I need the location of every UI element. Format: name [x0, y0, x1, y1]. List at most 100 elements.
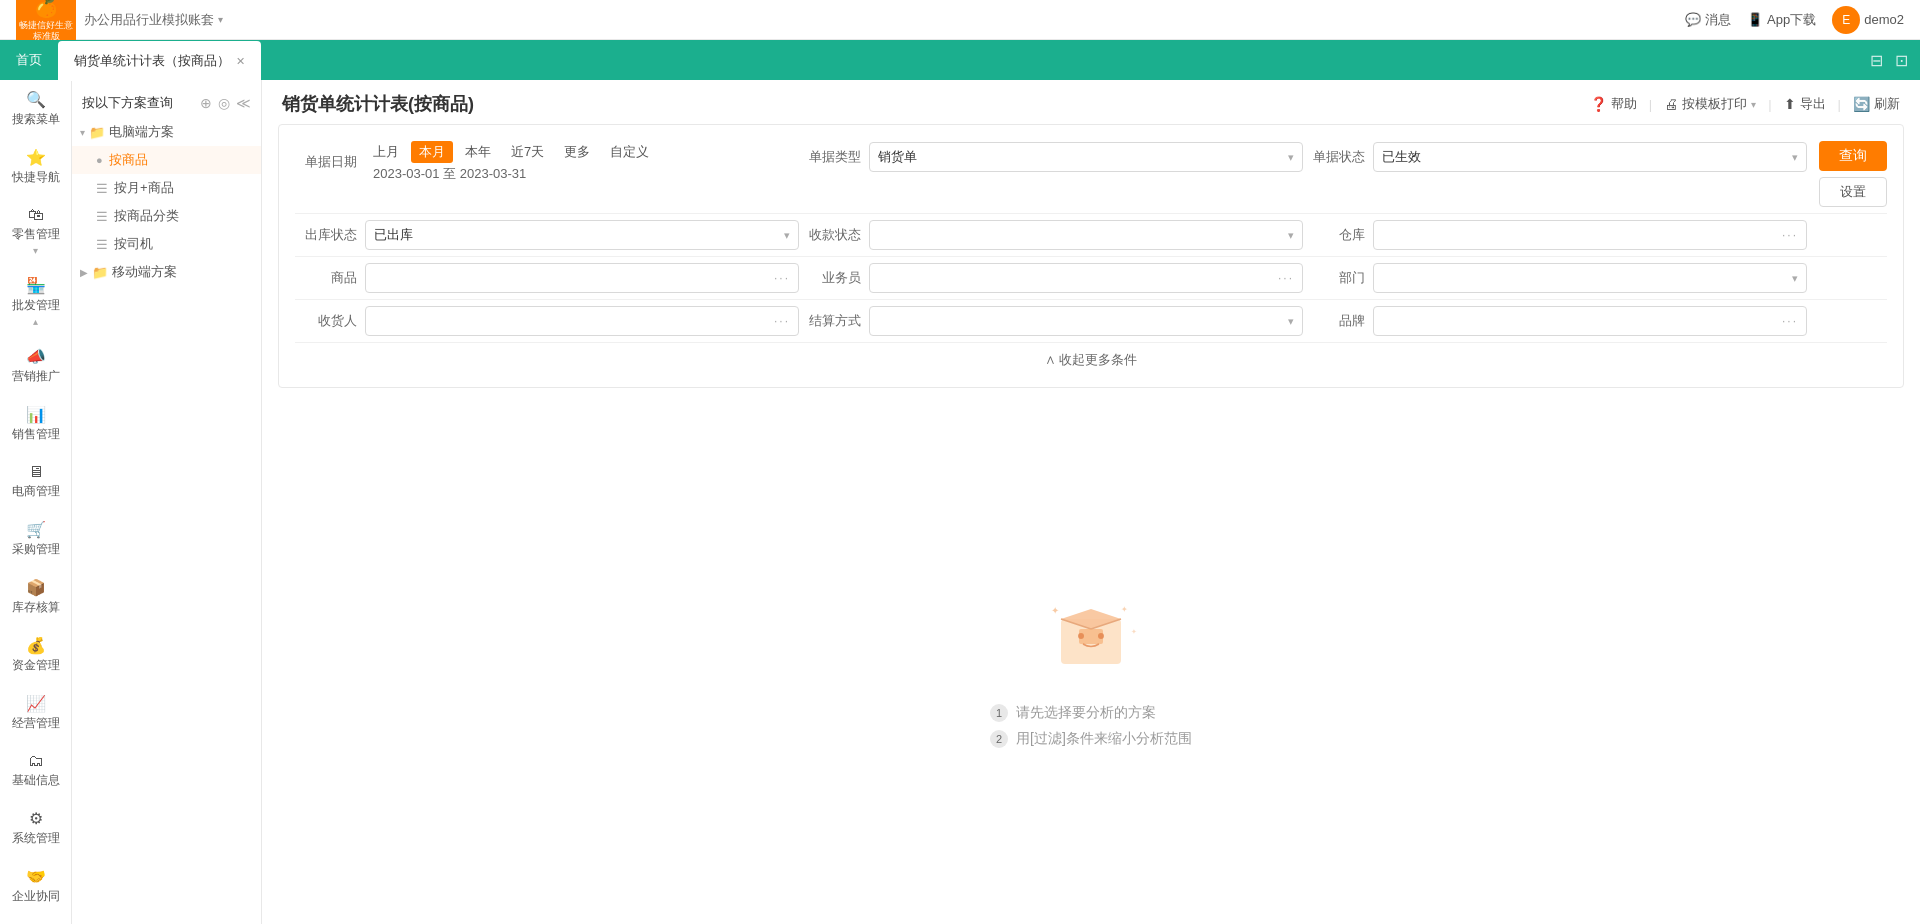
collapse-row[interactable]: ∧ 收起更多条件	[295, 342, 1887, 377]
scheme-group-pc-title[interactable]: ▾ 📁 电脑端方案	[72, 118, 261, 146]
message-icon: 💬	[1685, 12, 1701, 27]
date-opt-more[interactable]: 更多	[556, 141, 598, 163]
tab-close-icon[interactable]: ✕	[236, 55, 245, 68]
sidebar-item-finance[interactable]: 💰 资金管理	[0, 626, 71, 684]
goods-label: 商品	[295, 269, 365, 287]
scheme-collapse-icon[interactable]: ≪	[236, 95, 251, 111]
query-panel: 销货单统计计表(按商品) ❓ 帮助 | 🖨 按模板打印 ▾ | ⬆	[262, 80, 1920, 924]
sidebar-item-marketing[interactable]: 📣 营销推广	[0, 337, 71, 395]
receipt-select[interactable]: ▾	[869, 220, 1303, 250]
date-range: 2023-03-01 至 2023-03-31	[373, 165, 657, 183]
sidebar-item-collab[interactable]: 🤝 企业协同	[0, 857, 71, 915]
settings-button[interactable]: 设置	[1819, 177, 1887, 207]
svg-text:✦: ✦	[1121, 605, 1128, 614]
scheme-group-mobile: ▶ 📁 移动端方案	[72, 258, 261, 286]
warehouse-input[interactable]: ···	[1373, 220, 1807, 250]
tab-minimize-button[interactable]: ⊟	[1866, 47, 1887, 74]
staff-dots-icon: ···	[1278, 271, 1294, 285]
scheme-settings-icon[interactable]: ◎	[218, 95, 230, 111]
help-icon: ❓	[1590, 96, 1607, 112]
marketing-icon: 📣	[26, 347, 46, 366]
sidebar-label-finance: 资金管理	[12, 657, 60, 674]
goods-input[interactable]: ···	[365, 263, 799, 293]
staff-input[interactable]: ···	[869, 263, 1303, 293]
scheme-item-label-month: 按月+商品	[114, 179, 174, 197]
refresh-icon: 🔄	[1853, 96, 1870, 112]
scheme-item-icon-month: ☰	[96, 181, 108, 196]
brand-input[interactable]: ···	[1373, 306, 1807, 336]
type-select[interactable]: 销货单 ▾	[869, 142, 1303, 172]
user-avatar[interactable]: E demo2	[1832, 6, 1904, 34]
scheme-item-icon-drv: ☰	[96, 237, 108, 252]
date-options: 上月 本月 本年 近7天 更多 自定义	[365, 141, 657, 163]
template-print-button[interactable]: 🖨 按模板打印 ▾	[1664, 95, 1756, 113]
tab-home[interactable]: 首页	[0, 40, 58, 80]
status-select[interactable]: 已生效 ▾	[1373, 142, 1807, 172]
scheme-panel-title: 按以下方案查询	[82, 94, 173, 112]
stock-select[interactable]: 已出库 ▾	[365, 220, 799, 250]
scheme-item-category[interactable]: ☰ 按商品分类	[72, 202, 261, 230]
collab-icon: 🤝	[26, 867, 46, 886]
topbar: 🍊 畅捷信好生意 标准版 办公用品行业模拟账套 ▾ 💬 消息 📱 App下载 E…	[0, 0, 1920, 40]
sidebar-item-inventory[interactable]: 📦 库存核算	[0, 568, 71, 626]
empty-state: ✦ ✦ ✦ 1 请先选择要分析的方案 2 用[过滤]条件来缩小分析范围	[262, 388, 1920, 924]
scheme-subgroup-month: ☰ 按月+商品	[72, 174, 261, 202]
mobile-folder-icon: 📁	[92, 265, 108, 280]
type-value: 销货单	[878, 148, 917, 166]
sidebar-item-retail[interactable]: 🛍 零售管理 ▾	[0, 196, 71, 266]
tab-sales-stat[interactable]: 销货单统计计表（按商品） ✕	[58, 41, 261, 81]
sidebar-label-search: 搜索菜单	[12, 111, 60, 128]
message-button[interactable]: 💬 消息	[1685, 11, 1731, 29]
quicknav-icon: ⭐	[26, 148, 46, 167]
tab-maximize-button[interactable]: ⊡	[1891, 47, 1912, 74]
search-icon: 🔍	[26, 90, 46, 109]
export-button[interactable]: ⬆ 导出	[1784, 95, 1826, 113]
scheme-item-by-goods[interactable]: ● 按商品	[72, 146, 261, 174]
tab-home-label: 首页	[16, 51, 42, 69]
help-button[interactable]: ❓ 帮助	[1590, 95, 1637, 113]
goods-dots-icon: ···	[774, 271, 790, 285]
app-download-button[interactable]: 📱 App下载	[1747, 11, 1816, 29]
date-opt-7days[interactable]: 近7天	[503, 141, 552, 163]
pc-group-toggle-icon: ▾	[80, 127, 85, 138]
scheme-item-label-cat: 按商品分类	[114, 207, 179, 225]
sidebar-item-search[interactable]: 🔍 搜索菜单	[0, 80, 71, 138]
date-opt-custom[interactable]: 自定义	[602, 141, 657, 163]
sidebar-item-purchase[interactable]: 🛒 采购管理	[0, 510, 71, 568]
scheme-group-pc: ▾ 📁 电脑端方案 ● 按商品 ☰ 按月+商品 ☰ 按商品分类	[72, 118, 261, 258]
date-opt-thisyear[interactable]: 本年	[457, 141, 499, 163]
refresh-button[interactable]: 🔄 刷新	[1853, 95, 1900, 113]
topbar-right: 💬 消息 📱 App下载 E demo2	[1685, 6, 1904, 34]
workspace-title[interactable]: 办公用品行业模拟账套 ▾	[84, 11, 223, 29]
date-opt-lastmonth[interactable]: 上月	[365, 141, 407, 163]
sidebar-item-system[interactable]: ⚙ 系统管理	[0, 799, 71, 857]
sidebar-label-system: 系统管理	[12, 830, 60, 847]
sidebar-item-quicknav[interactable]: ⭐ 快捷导航	[0, 138, 71, 196]
stock-arrow-icon: ▾	[784, 229, 790, 242]
scheme-item-month-goods[interactable]: ☰ 按月+商品	[72, 174, 261, 202]
status-value: 已生效	[1382, 148, 1421, 166]
query-button[interactable]: 查询	[1819, 141, 1887, 171]
sidebar-item-wholesale[interactable]: 🏪 批发管理 ▴	[0, 266, 71, 337]
sidebar-item-basic[interactable]: 🗂 基础信息	[0, 742, 71, 799]
date-opt-thismonth[interactable]: 本月	[411, 141, 453, 163]
app-icon: 📱	[1747, 12, 1763, 27]
workspace-name: 办公用品行业模拟账套	[84, 11, 214, 29]
scheme-item-driver[interactable]: ☰ 按司机	[72, 230, 261, 258]
scheme-add-icon[interactable]: ⊕	[200, 95, 212, 111]
purchase-icon: 🛒	[26, 520, 46, 539]
dept-label: 部门	[1303, 269, 1373, 287]
settle-select[interactable]: ▾	[869, 306, 1303, 336]
print-icon: 🖨	[1664, 96, 1678, 112]
consignee-input[interactable]: ···	[365, 306, 799, 336]
divider-1: |	[1649, 97, 1652, 112]
sidebar-item-sales[interactable]: 📊 销售管理	[0, 395, 71, 453]
sidebar-item-guide[interactable]: 📖 新手引导	[0, 915, 71, 924]
scheme-item-label-drv: 按司机	[114, 235, 153, 253]
warehouse-label: 仓库	[1303, 226, 1373, 244]
sidebar-item-ops[interactable]: 📈 经营管理	[0, 684, 71, 742]
sidebar-label-inventory: 库存核算	[12, 599, 60, 616]
scheme-group-mobile-title[interactable]: ▶ 📁 移动端方案	[72, 258, 261, 286]
sidebar-item-ecommerce[interactable]: 🖥 电商管理	[0, 453, 71, 510]
dept-select[interactable]: ▾	[1373, 263, 1807, 293]
